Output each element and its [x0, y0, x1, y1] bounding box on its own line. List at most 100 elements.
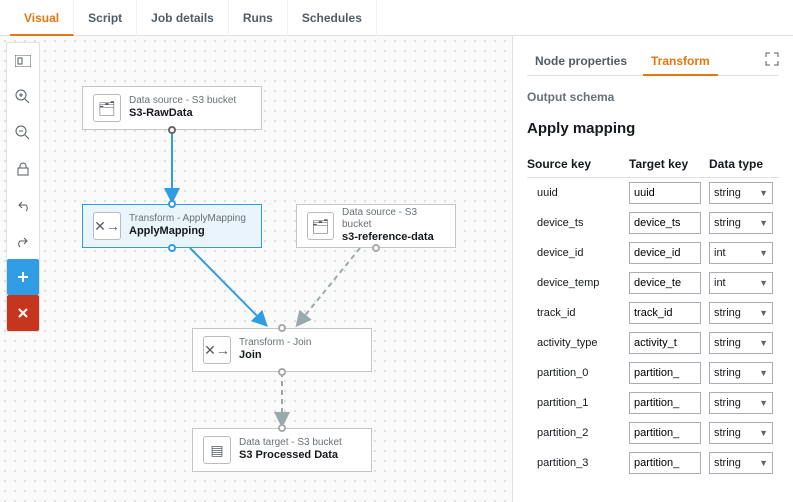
source-key-text: partition_2 [527, 427, 629, 439]
chevron-down-icon: ▼ [759, 338, 768, 348]
source-key-text: activity_type [527, 337, 629, 349]
source-key-text: uuid [527, 187, 629, 199]
source-key-text: device_temp [527, 277, 629, 289]
col-header-target: Target key [629, 157, 709, 171]
port-in[interactable] [168, 200, 176, 208]
data-type-select[interactable]: string▼ [709, 182, 773, 204]
node-transform-join[interactable]: ✕→ Transform - JoinJoin [192, 328, 372, 372]
node-type: Data target - S3 bucket [239, 437, 342, 449]
visual-canvas[interactable]: 🗂 Data source - S3 bucketS3-RawData ✕→ T… [0, 36, 513, 502]
mapping-row: uuid string▼ [527, 178, 779, 208]
data-type-select[interactable]: string▼ [709, 392, 773, 414]
top-tabs: Visual Script Job details Runs Schedules [0, 0, 793, 36]
chevron-down-icon: ▼ [759, 188, 768, 198]
lock-button[interactable] [7, 151, 39, 187]
mapping-row: partition_3 string▼ [527, 448, 779, 478]
node-title: S3 Processed Data [239, 449, 342, 462]
source-key-text: partition_3 [527, 457, 629, 469]
node-type: Data source - S3 bucket [342, 207, 445, 231]
target-key-input[interactable] [629, 422, 701, 444]
chevron-down-icon: ▼ [759, 458, 768, 468]
node-type: Transform - ApplyMapping [129, 213, 246, 225]
data-type-select[interactable]: int▼ [709, 272, 773, 294]
panel-tab-node-properties[interactable]: Node properties [527, 46, 635, 76]
mapping-row: activity_type string▼ [527, 328, 779, 358]
right-panel: Node properties Transform Output schema … [513, 36, 793, 502]
add-node-button[interactable] [7, 259, 39, 295]
target-key-input[interactable] [629, 302, 701, 324]
zoom-out-button[interactable] [7, 115, 39, 151]
mapping-table-header: Source key Target key Data type [527, 151, 779, 178]
tab-visual[interactable]: Visual [10, 0, 74, 36]
bucket-icon: 🗂 [307, 212, 334, 240]
node-title: ApplyMapping [129, 225, 246, 238]
redo-button[interactable] [7, 223, 39, 259]
chevron-down-icon: ▼ [759, 278, 768, 288]
target-key-input[interactable] [629, 362, 701, 384]
data-type-select[interactable]: string▼ [709, 302, 773, 324]
node-transform-applymapping[interactable]: ✕→ Transform - ApplyMappingApplyMapping [82, 204, 262, 248]
node-target-s3-processed[interactable]: ▤ Data target - S3 bucketS3 Processed Da… [192, 428, 372, 472]
source-key-text: device_id [527, 247, 629, 259]
data-type-select[interactable]: string▼ [709, 332, 773, 354]
canvas-toolbar [6, 42, 40, 332]
node-source-s3-raw[interactable]: 🗂 Data source - S3 bucketS3-RawData [82, 86, 262, 130]
node-type: Transform - Join [239, 337, 311, 349]
node-title: Join [239, 349, 311, 362]
tab-job-details[interactable]: Job details [137, 0, 229, 36]
port-out[interactable] [278, 368, 286, 376]
target-key-input[interactable] [629, 242, 701, 264]
node-source-s3-reference[interactable]: 🗂 Data source - S3 buckets3-reference-da… [296, 204, 456, 248]
port-out[interactable] [372, 244, 380, 252]
mapping-table-body: uuid string▼ device_ts string▼ device_id int▼… [527, 178, 779, 478]
node-title: s3-reference-data [342, 231, 445, 244]
target-key-input[interactable] [629, 452, 701, 474]
col-header-dtype: Data type [709, 157, 779, 171]
data-type-select[interactable]: string▼ [709, 212, 773, 234]
col-header-source: Source key [527, 157, 629, 171]
mapping-row: partition_1 string▼ [527, 388, 779, 418]
port-out[interactable] [168, 126, 176, 134]
target-key-input[interactable] [629, 212, 701, 234]
mapping-row: track_id string▼ [527, 298, 779, 328]
bucket-icon: 🗂 [93, 94, 121, 122]
zoom-in-button[interactable] [7, 79, 39, 115]
port-in[interactable] [278, 324, 286, 332]
port-out[interactable] [168, 244, 176, 252]
chevron-down-icon: ▼ [759, 248, 768, 258]
data-type-select[interactable]: string▼ [709, 422, 773, 444]
shuffle-icon: ✕→ [203, 336, 231, 364]
tab-schedules[interactable]: Schedules [288, 0, 377, 36]
panel-tab-transform[interactable]: Transform [643, 46, 718, 76]
output-schema-label: Output schema [527, 76, 779, 120]
source-key-text: device_ts [527, 217, 629, 229]
panel-tabs: Node properties Transform [527, 46, 779, 76]
chevron-down-icon: ▼ [759, 398, 768, 408]
chevron-down-icon: ▼ [759, 308, 768, 318]
chevron-down-icon: ▼ [759, 428, 768, 438]
delete-node-button[interactable] [7, 295, 39, 331]
data-type-select[interactable]: string▼ [709, 452, 773, 474]
mapping-row: device_temp int▼ [527, 268, 779, 298]
target-key-input[interactable] [629, 392, 701, 414]
target-key-input[interactable] [629, 272, 701, 294]
tab-runs[interactable]: Runs [229, 0, 288, 36]
target-key-input[interactable] [629, 182, 701, 204]
panel-title: Apply mapping [527, 120, 779, 151]
source-key-text: partition_0 [527, 367, 629, 379]
undo-button[interactable] [7, 187, 39, 223]
shuffle-icon: ✕→ [93, 212, 121, 240]
fit-view-button[interactable] [7, 43, 39, 79]
mapping-row: partition_2 string▼ [527, 418, 779, 448]
tab-script[interactable]: Script [74, 0, 137, 36]
node-title: S3-RawData [129, 107, 236, 120]
expand-panel-button[interactable] [765, 52, 779, 69]
port-in[interactable] [278, 424, 286, 432]
target-key-input[interactable] [629, 332, 701, 354]
mapping-row: device_id int▼ [527, 238, 779, 268]
source-key-text: partition_1 [527, 397, 629, 409]
chevron-down-icon: ▼ [759, 368, 768, 378]
data-type-select[interactable]: string▼ [709, 362, 773, 384]
source-key-text: track_id [527, 307, 629, 319]
data-type-select[interactable]: int▼ [709, 242, 773, 264]
